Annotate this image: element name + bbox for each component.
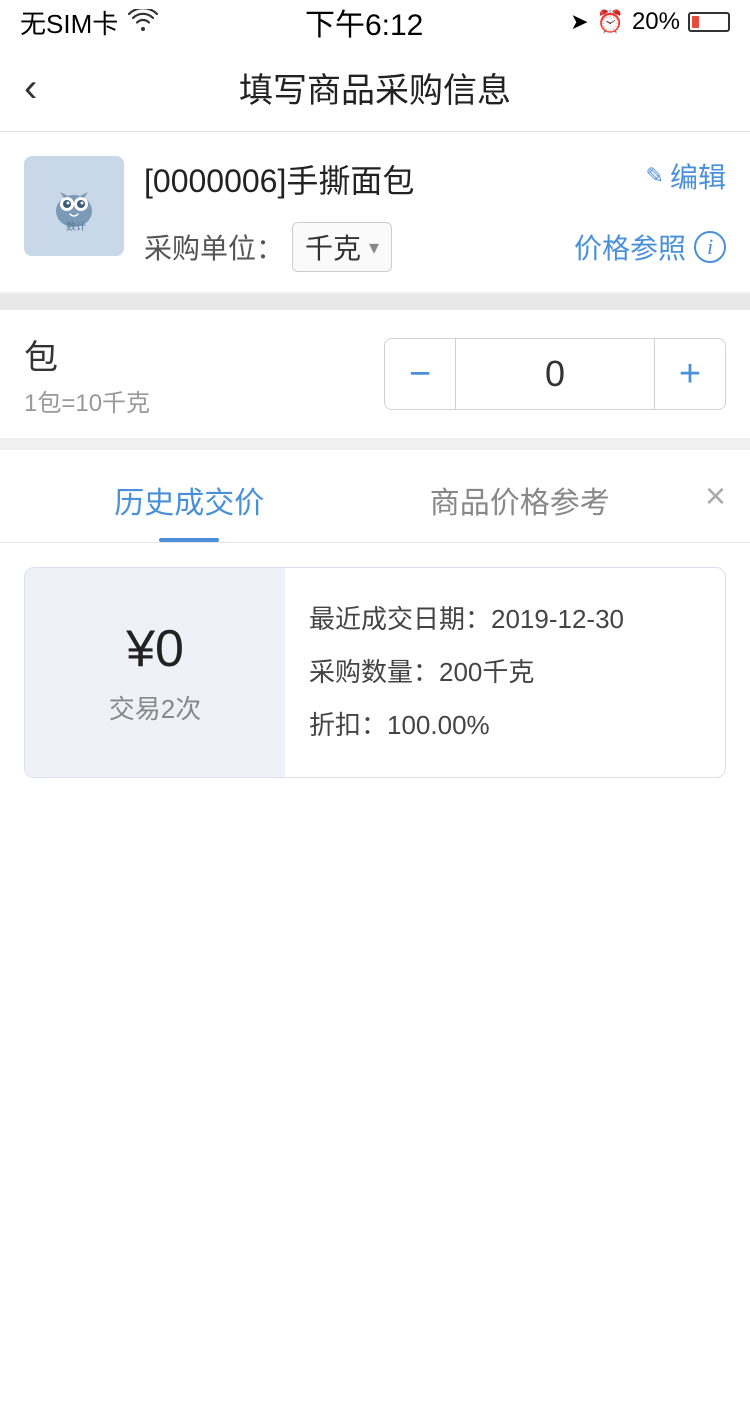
product-section: 数计 [0000006]手撕面包 ✎ 编辑 采购单位： 千克 ▾: [0, 132, 750, 292]
recent-date-value: 2019-12-30: [491, 604, 624, 634]
close-button[interactable]: ×: [685, 465, 726, 527]
discount-label: 折扣：: [309, 710, 387, 740]
product-thumbnail: 数计: [24, 156, 124, 256]
unit-value: 千克: [305, 227, 361, 267]
back-button[interactable]: ‹: [24, 68, 37, 108]
quantity-plus-button[interactable]: +: [655, 339, 725, 409]
info-icon: i: [694, 231, 726, 263]
bottom-area: [0, 802, 750, 1402]
tab-price-reference-label: 商品价格参考: [430, 487, 610, 520]
unit-label: 采购单位：: [144, 227, 284, 267]
transaction-discount-row: 折扣：100.00%: [309, 706, 701, 745]
transaction-date-row: 最近成交日期：2019-12-30: [309, 600, 701, 639]
recent-date-label: 最近成交日期：: [309, 604, 491, 634]
quantity-value: 200千克: [439, 657, 534, 687]
tabs-section: 历史成交价 商品价格参考 × ¥0 交易2次 最近成交日期：2019-12-30…: [0, 450, 750, 802]
status-left: 无SIM卡: [20, 4, 158, 41]
transaction-details: 最近成交日期：2019-12-30 采购数量：200千克 折扣：100.00%: [285, 568, 725, 777]
quantity-section: 包 1包=10千克 − +: [0, 310, 750, 438]
section-divider: [0, 294, 750, 310]
location-icon: ➤: [570, 9, 588, 35]
transaction-card: ¥0 交易2次 最近成交日期：2019-12-30 采购数量：200千克 折扣：…: [24, 567, 726, 778]
battery-percentage: 20%: [632, 8, 680, 36]
sim-status: 无SIM卡: [20, 4, 118, 41]
edit-label: 编辑: [670, 156, 726, 196]
svg-text:数计: 数计: [66, 220, 86, 233]
wifi-icon: [128, 7, 158, 38]
quantity-label-group: 包 1包=10千克: [24, 330, 150, 418]
quantity-input[interactable]: [455, 339, 655, 409]
transaction-count: 交易2次: [109, 689, 201, 726]
chevron-down-icon: ▾: [369, 235, 379, 260]
quantity-conversion: 1包=10千克: [24, 383, 150, 418]
status-bar: 无SIM卡 下午6:12 ➤ ⏰ 20%: [0, 0, 750, 44]
tabs-header: 历史成交价 商品价格参考 ×: [0, 450, 750, 543]
tab-history-price-label: 历史成交价: [114, 487, 264, 520]
page-title: 填写商品采购信息: [239, 63, 511, 112]
discount-value: 100.00%: [387, 710, 490, 740]
transaction-price: ¥0: [126, 619, 184, 679]
transaction-summary: ¥0 交易2次: [25, 568, 285, 777]
quantity-label: 采购数量：: [309, 657, 439, 687]
edit-icon: ✎: [646, 163, 664, 189]
nav-bar: ‹ 填写商品采购信息: [0, 44, 750, 132]
status-right: ➤ ⏰ 20%: [570, 8, 730, 36]
tab-content: ¥0 交易2次 最近成交日期：2019-12-30 采购数量：200千克 折扣：…: [0, 543, 750, 802]
tab-history-price[interactable]: 历史成交价: [24, 450, 354, 542]
status-time: 下午6:12: [305, 0, 423, 44]
price-reference-button[interactable]: 价格参照 i: [574, 227, 726, 267]
quantity-unit: 包: [24, 330, 150, 379]
quantity-minus-button[interactable]: −: [385, 339, 455, 409]
battery-icon: [688, 12, 730, 32]
quantity-control: − +: [384, 338, 726, 410]
product-info: [0000006]手撕面包 ✎ 编辑 采购单位： 千克 ▾ 价格参照: [144, 156, 726, 272]
product-name: [0000006]手撕面包: [144, 156, 646, 202]
edit-button[interactable]: ✎ 编辑: [646, 156, 726, 196]
alarm-icon: ⏰: [597, 9, 624, 35]
unit-select[interactable]: 千克 ▾: [292, 222, 392, 272]
transaction-quantity-row: 采购数量：200千克: [309, 653, 701, 692]
tab-price-reference[interactable]: 商品价格参考: [354, 450, 684, 542]
price-ref-label: 价格参照: [574, 227, 686, 267]
